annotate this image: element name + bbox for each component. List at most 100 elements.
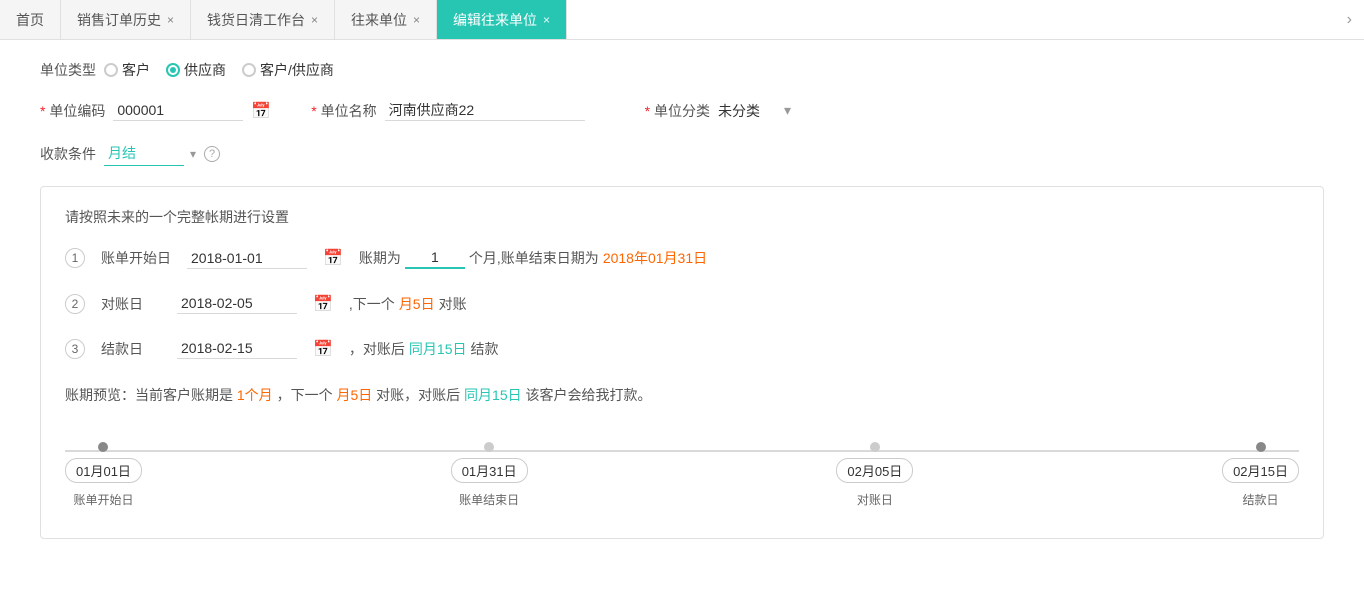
timeline-badge-1: 01月31日 <box>451 458 528 483</box>
step2-number: 2 <box>65 294 85 314</box>
step2-row: 2 对账日 📅 ,下一个 月5日 对账 <box>65 293 1299 314</box>
payment-cond-select[interactable]: 月结 ▾ <box>104 141 196 166</box>
unit-type-row: 单位类型 客户 供应商 客户/供应商 <box>40 60 1324 80</box>
step3-calendar-icon[interactable]: 📅 <box>313 339 333 359</box>
step3-desc-suffix: 结款 <box>471 339 499 359</box>
preview-middle2: 对账，对账后 <box>376 387 460 403</box>
tab-home-label: 首页 <box>16 10 44 30</box>
step1-calendar-icon[interactable]: 📅 <box>323 248 343 268</box>
timeline-point-0: 01月01日 账单开始日 <box>65 442 142 508</box>
unit-code-label: 单位编码 <box>40 101 105 121</box>
tab-edit-partner-close[interactable]: × <box>543 13 550 27</box>
tab-sales-history-close[interactable]: × <box>167 13 174 27</box>
radio-customer-supplier[interactable]: 客户/供应商 <box>242 60 334 80</box>
timeline-points: 01月01日 账单开始日 01月31日 账单结束日 02月05日 对账日 02月… <box>65 442 1299 508</box>
preview-highlight2: 月5日 <box>336 387 372 403</box>
unit-classify-group: 单位分类 未分类 ▾ <box>645 101 791 121</box>
radio-supplier-circle <box>166 63 180 77</box>
step1-period-input[interactable] <box>405 247 465 269</box>
step3-desc-highlight: 同月15日 <box>409 339 467 359</box>
unit-classify-label: 单位分类 <box>645 101 710 121</box>
step1-number: 1 <box>65 248 85 268</box>
box-title: 请按照未来的一个完整帐期进行设置 <box>65 207 1299 227</box>
radio-customer-circle <box>104 63 118 77</box>
step3-desc: ，对账后 同月15日 结款 <box>349 339 499 359</box>
radio-customer[interactable]: 客户 <box>104 60 150 80</box>
step1-period-end: 2018年01月31日 <box>603 248 707 268</box>
unit-classify-select[interactable]: 未分类 ▾ <box>718 101 791 121</box>
tab-edit-partner[interactable]: 编辑往来单位 × <box>437 0 567 39</box>
tab-cash-work[interactable]: 钱货日清工作台 × <box>191 0 335 39</box>
step3-label: 结款日 <box>101 339 161 359</box>
timeline-point-1: 01月31日 账单结束日 <box>451 442 528 508</box>
payment-cond-label: 收款条件 <box>40 144 96 164</box>
unit-type-group: 单位类型 客户 供应商 客户/供应商 <box>40 60 334 80</box>
payment-cond-arrow: ▾ <box>190 147 196 161</box>
payment-cond-group: 收款条件 月结 ▾ ? <box>40 141 220 166</box>
timeline-sublabel-1: 账单结束日 <box>459 491 519 508</box>
step3-desc-prefix: ，对账后 <box>349 339 405 359</box>
step1-period-label: 账期为 <box>359 248 401 268</box>
radio-group: 客户 供应商 客户/供应商 <box>104 60 334 80</box>
unit-code-calendar-icon[interactable]: 📅 <box>251 101 271 121</box>
preview-suffix: 该客户会给我打款。 <box>526 387 652 403</box>
step2-desc-prefix: ,下一个 <box>349 294 395 314</box>
unit-classify-arrow: ▾ <box>784 102 791 119</box>
tab-cash-work-label: 钱货日清工作台 <box>207 10 305 30</box>
radio-supplier-label: 供应商 <box>184 60 226 80</box>
step3-row: 3 结款日 📅 ，对账后 同月15日 结款 <box>65 338 1299 359</box>
tab-partner-units-close[interactable]: × <box>413 13 420 27</box>
step2-desc-suffix: 对账 <box>439 294 467 314</box>
step3-date-input[interactable] <box>177 338 297 359</box>
radio-customer-label: 客户 <box>122 60 150 80</box>
preview-text: 账期预览：当前客户账期是 1个月 ，下一个 月5日 对账，对账后 同月15日 该… <box>65 383 1299 408</box>
tab-sales-history[interactable]: 销售订单历史 × <box>61 0 191 39</box>
step1-row: 1 账单开始日 📅 账期为 个月,账单结束日期为 2018年01月31日 <box>65 247 1299 269</box>
step1-date-input[interactable] <box>187 248 307 269</box>
radio-supplier[interactable]: 供应商 <box>166 60 226 80</box>
timeline-dot-3 <box>1256 442 1266 452</box>
preview-middle1: ，下一个 <box>277 387 333 403</box>
unit-type-label: 单位类型 <box>40 60 96 80</box>
timeline-point-3: 02月15日 结款日 <box>1222 442 1299 508</box>
payment-cond-row: 收款条件 月结 ▾ ? <box>40 141 1324 166</box>
timeline-badge-2: 02月05日 <box>836 458 913 483</box>
radio-cs-label: 客户/供应商 <box>260 60 334 80</box>
unit-name-input[interactable] <box>385 100 585 121</box>
timeline: 01月01日 账单开始日 01月31日 账单结束日 02月05日 对账日 02月… <box>65 432 1299 518</box>
timeline-badge-0: 01月01日 <box>65 458 142 483</box>
step2-label: 对账日 <box>101 294 161 314</box>
step1-period-unit: 个月,账单结束日期为 <box>469 248 599 268</box>
timeline-sublabel-2: 对账日 <box>857 491 893 508</box>
unit-code-group: 单位编码 📅 <box>40 100 271 121</box>
unit-name-group: 单位名称 <box>311 100 584 121</box>
step2-desc-highlight: 月5日 <box>399 294 435 314</box>
tab-edit-partner-label: 编辑往来单位 <box>453 10 537 30</box>
tab-nav-right[interactable]: › <box>1335 0 1364 39</box>
timeline-sublabel-0: 账单开始日 <box>73 491 133 508</box>
tab-sales-history-label: 销售订单历史 <box>77 10 161 30</box>
step2-desc: ,下一个 月5日 对账 <box>349 294 467 314</box>
preview-highlight3: 同月15日 <box>464 387 522 403</box>
timeline-point-2: 02月05日 对账日 <box>836 442 913 508</box>
step2-date-input[interactable] <box>177 293 297 314</box>
tab-partner-units-label: 往来单位 <box>351 10 407 30</box>
settings-box: 请按照未来的一个完整帐期进行设置 1 账单开始日 📅 账期为 个月,账单结束日期… <box>40 186 1324 539</box>
unit-code-input[interactable] <box>113 100 243 121</box>
tab-partner-units[interactable]: 往来单位 × <box>335 0 437 39</box>
payment-cond-value: 月结 <box>104 141 184 166</box>
unit-info-row: 单位编码 📅 单位名称 单位分类 未分类 ▾ <box>40 100 1324 121</box>
timeline-dot-0 <box>98 442 108 452</box>
unit-classify-value: 未分类 <box>718 101 778 121</box>
payment-cond-help-icon[interactable]: ? <box>204 146 220 162</box>
step1-desc: 账期为 个月,账单结束日期为 2018年01月31日 <box>359 247 707 269</box>
tab-home[interactable]: 首页 <box>0 0 61 39</box>
timeline-dot-2 <box>870 442 880 452</box>
tab-cash-work-close[interactable]: × <box>311 13 318 27</box>
timeline-dot-1 <box>484 442 494 452</box>
tabs-bar: 首页 销售订单历史 × 钱货日清工作台 × 往来单位 × 编辑往来单位 × › <box>0 0 1364 40</box>
step2-calendar-icon[interactable]: 📅 <box>313 294 333 314</box>
unit-name-label: 单位名称 <box>311 101 376 121</box>
preview-prefix: 账期预览：当前客户账期是 <box>65 387 233 403</box>
step3-number: 3 <box>65 339 85 359</box>
